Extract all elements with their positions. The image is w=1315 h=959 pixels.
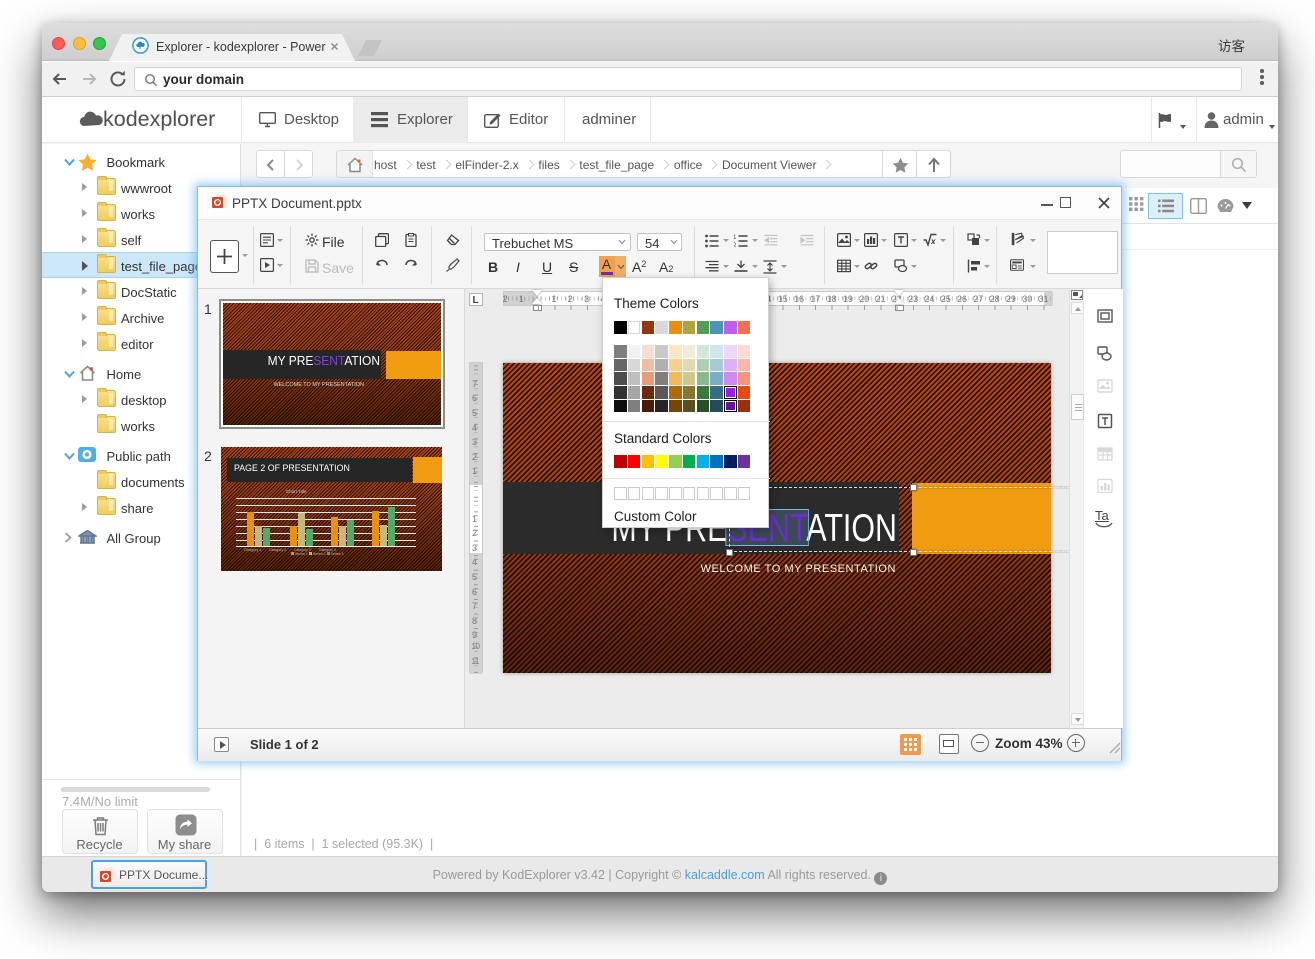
svg-text:x: x bbox=[930, 237, 936, 246]
svg-text:2: 2 bbox=[734, 243, 737, 248]
svg-text:1: 1 bbox=[734, 235, 737, 241]
